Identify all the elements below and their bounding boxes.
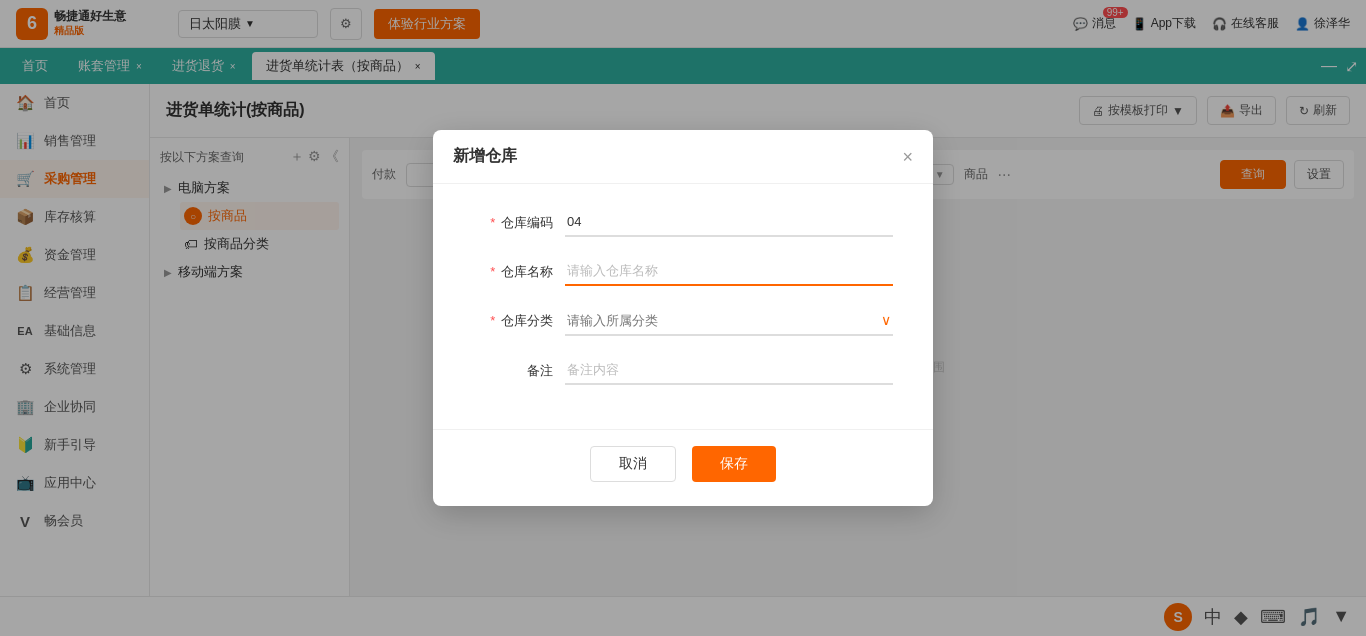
new-warehouse-dialog: 新增仓库 × * 仓库编码 * 仓库名称: [433, 130, 933, 506]
code-input[interactable]: [565, 208, 893, 237]
form-row-remark: 备注: [473, 356, 893, 385]
category-label: * 仓库分类: [473, 312, 553, 330]
cancel-button[interactable]: 取消: [590, 446, 676, 482]
dialog-footer: 取消 保存: [433, 429, 933, 506]
form-row-name: * 仓库名称: [473, 257, 893, 286]
dialog-title: 新增仓库: [453, 146, 517, 167]
dialog-close-button[interactable]: ×: [902, 148, 913, 166]
dialog-header: 新增仓库 ×: [433, 130, 933, 184]
remark-input[interactable]: [565, 356, 893, 385]
dialog-body: * 仓库编码 * 仓库名称 * 仓库分类: [433, 184, 933, 429]
category-select[interactable]: ∨: [565, 306, 893, 336]
form-row-code: * 仓库编码: [473, 208, 893, 237]
category-select-input[interactable]: [567, 313, 881, 328]
remark-label: 备注: [473, 362, 553, 380]
code-label: * 仓库编码: [473, 214, 553, 232]
form-row-category: * 仓库分类 ∨: [473, 306, 893, 336]
category-dropdown-arrow: ∨: [881, 312, 891, 328]
name-label: * 仓库名称: [473, 263, 553, 281]
modal-overlay: 新增仓库 × * 仓库编码 * 仓库名称: [0, 0, 1366, 636]
save-button[interactable]: 保存: [692, 446, 776, 482]
name-input[interactable]: [565, 257, 893, 286]
